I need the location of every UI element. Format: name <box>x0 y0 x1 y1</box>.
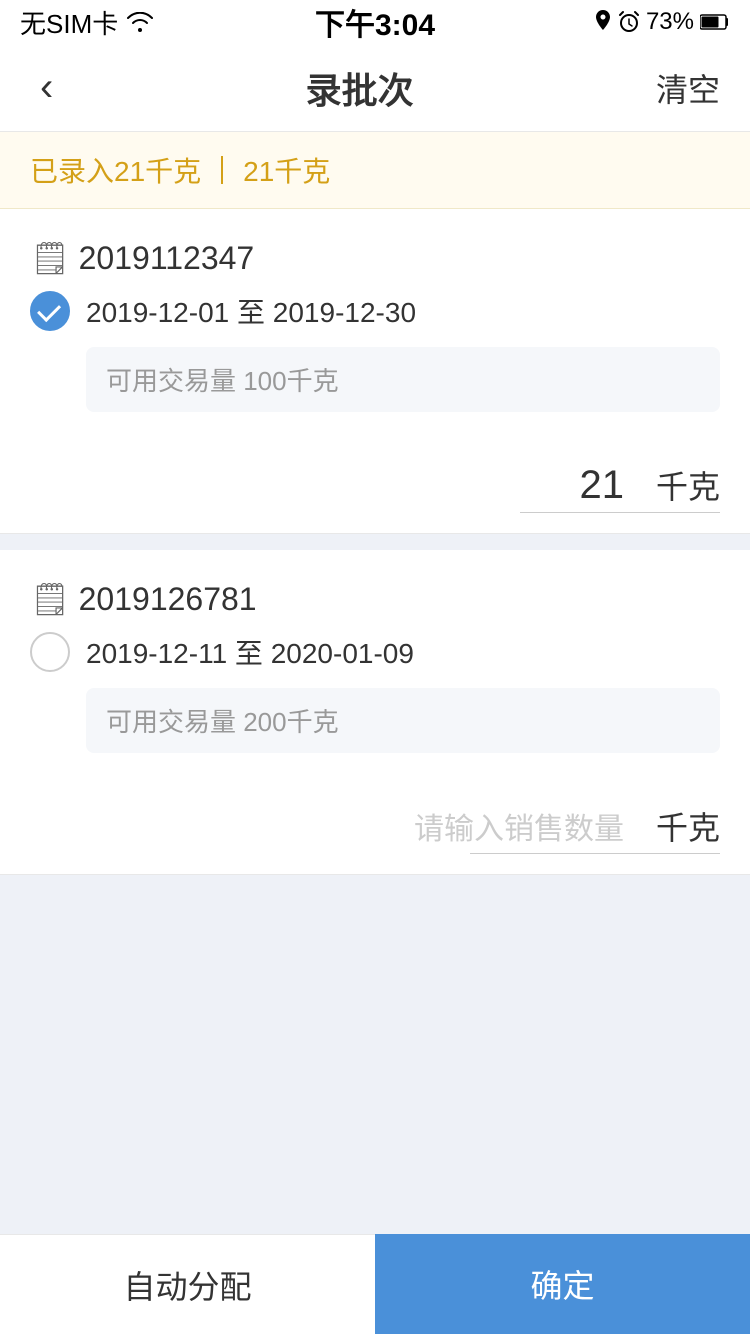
qty-container-1: 21 千克 <box>520 462 720 513</box>
batch-item-2: 🗒 2019126781 2019-12-11 至 2020-01-09 可用交… <box>0 550 750 783</box>
input-unit-2: 千克 <box>656 803 720 849</box>
info-bar: 已录入21千克 21千克 <box>0 132 750 209</box>
main-content: 🗒 2019112347 2019-12-01 至 2019-12-30 可用交… <box>0 209 750 1311</box>
location-icon <box>594 10 612 34</box>
info-divider <box>221 156 223 184</box>
auto-distribute-button[interactable]: 自动分配 <box>0 1234 375 1334</box>
batch-input-row-2: 请输入销售数量 千克 <box>0 783 750 875</box>
batch-avail-box-2: 可用交易量 200千克 <box>86 688 720 753</box>
wifi-icon <box>126 12 154 32</box>
confirm-button[interactable]: 确定 <box>375 1234 750 1334</box>
batch-id-row-1: 🗒 2019112347 <box>30 239 720 277</box>
qty-input-row-1: 21 千克 <box>579 462 720 508</box>
info-value: 21千克 <box>243 150 330 190</box>
batch-id-row-2: 🗒 2019126781 <box>30 580 720 618</box>
batch-date-row-1: 2019-12-01 至 2019-12-30 <box>30 291 720 331</box>
batch-date-2: 2019-12-11 至 2020-01-09 <box>86 632 414 672</box>
clear-button[interactable]: 清空 <box>656 65 720 111</box>
batch-avail-2: 可用交易量 200千克 <box>106 707 339 737</box>
batch-doc-icon-2: 🗒 <box>30 580 71 618</box>
status-bar: 无SIM卡 下午3:04 73% <box>0 0 750 44</box>
section-divider <box>0 534 750 550</box>
qty-line-1 <box>520 512 720 513</box>
batch-avail-box-1: 可用交易量 100千克 <box>86 347 720 412</box>
batch-item-1: 🗒 2019112347 2019-12-01 至 2019-12-30 可用交… <box>0 209 750 442</box>
batch-qty-row-1: 21 千克 <box>0 442 750 534</box>
batch-id-2: 2019126781 <box>79 581 257 618</box>
alarm-icon <box>618 10 640 34</box>
battery-icon <box>700 14 730 30</box>
batch-radio-1[interactable] <box>30 291 70 331</box>
qty-value-1[interactable]: 21 <box>579 463 624 508</box>
page-title: 录批次 <box>306 62 414 114</box>
batch-doc-icon-1: 🗒 <box>30 239 71 277</box>
back-button[interactable]: ‹ <box>30 55 63 120</box>
battery-text: 73% <box>646 8 694 36</box>
input-line-2 <box>470 853 720 854</box>
carrier-text: 无SIM卡 <box>20 4 118 41</box>
input-wrapper-2: 请输入销售数量 千克 <box>414 803 720 854</box>
status-time: 下午3:04 <box>315 0 435 44</box>
batch-radio-2[interactable] <box>30 632 70 672</box>
batch-id-1: 2019112347 <box>79 240 255 277</box>
batch-date-row-2: 2019-12-11 至 2020-01-09 <box>30 632 720 672</box>
nav-bar: ‹ 录批次 清空 <box>0 44 750 132</box>
input-text-row-2: 请输入销售数量 千克 <box>414 803 720 849</box>
batch-date-1: 2019-12-01 至 2019-12-30 <box>86 291 416 331</box>
info-label: 已录入21千克 <box>30 150 201 190</box>
qty-unit-1: 千克 <box>656 462 720 508</box>
batch-avail-1: 可用交易量 100千克 <box>106 366 339 396</box>
input-placeholder-2[interactable]: 请输入销售数量 <box>414 804 624 848</box>
bottom-bar: 自动分配 确定 <box>0 1234 750 1334</box>
